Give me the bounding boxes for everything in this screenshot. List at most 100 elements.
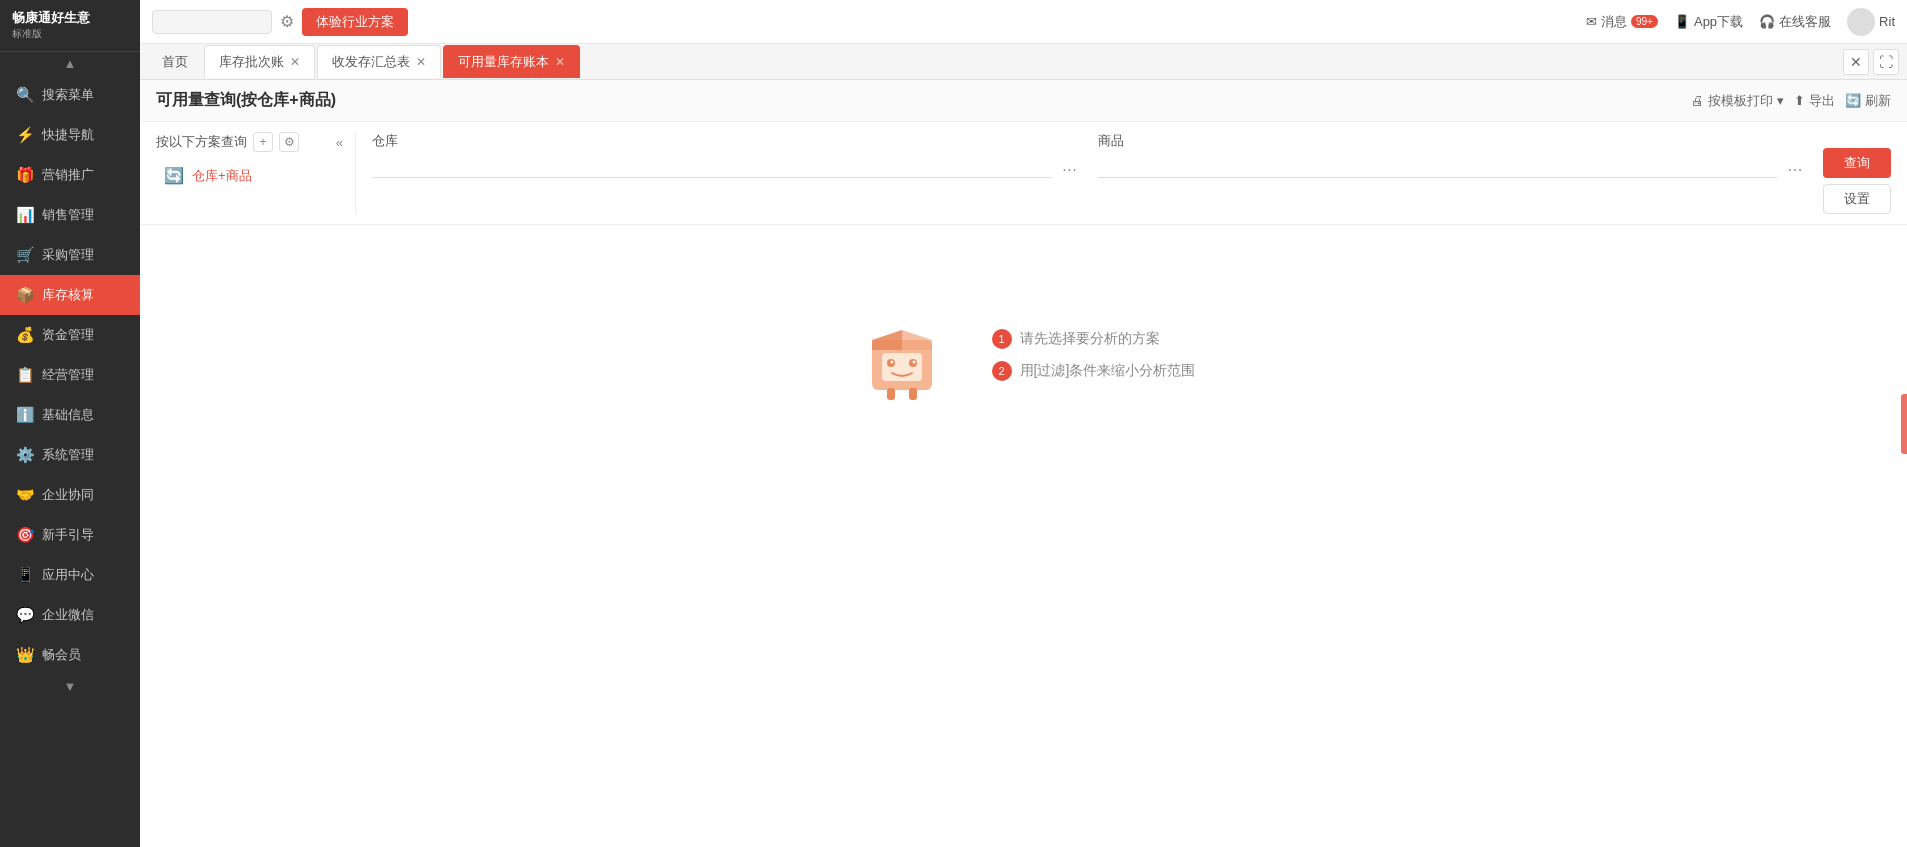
- refresh-button[interactable]: 🔄 刷新: [1845, 92, 1891, 110]
- tabs-bar: 首页 库存批次账 ✕ 收发存汇总表 ✕ 可用量库存账本 ✕ ✕ ⛶: [140, 44, 1907, 80]
- topbar: ⚙ 体验行业方案 ✉ 消息 99+ 📱 App下载 🎧 在线客服 Rit: [140, 0, 1907, 44]
- purchase-icon: 🛒: [16, 246, 34, 264]
- sidebar-item-marketing[interactable]: 🎁 营销推广: [0, 155, 140, 195]
- sidebar-item-wechat[interactable]: 💬 企业微信: [0, 595, 140, 635]
- product-input[interactable]: [1098, 154, 1778, 178]
- warehouse-label: 仓库: [372, 132, 1082, 150]
- marketing-icon: 🎁: [16, 166, 34, 184]
- tab-close-btn[interactable]: ✕: [1843, 49, 1869, 75]
- summary-tab-close[interactable]: ✕: [416, 55, 426, 69]
- operations-icon: 📋: [16, 366, 34, 384]
- batch-tab-close[interactable]: ✕: [290, 55, 300, 69]
- tab-expand-btn[interactable]: ⛶: [1873, 49, 1899, 75]
- tab-home[interactable]: 首页: [148, 46, 202, 78]
- app-logo: 畅康通好生意 标准版: [0, 0, 140, 52]
- sidebar-item-label: 经营管理: [42, 366, 94, 384]
- message-button[interactable]: ✉ 消息 99+: [1586, 13, 1658, 31]
- sidebar-item-purchase[interactable]: 🛒 采购管理: [0, 235, 140, 275]
- filter-scheme-header: 按以下方案查询 + ⚙ «: [156, 132, 343, 152]
- sidebar-item-member[interactable]: 👑 畅会员: [0, 635, 140, 675]
- scheme-item-label: 仓库+商品: [192, 167, 252, 185]
- warehouse-input[interactable]: [372, 154, 1052, 178]
- empty-state-step2: 2 用[过滤]条件来缩小分析范围: [992, 361, 1196, 381]
- sidebar-item-label: 应用中心: [42, 566, 94, 584]
- sidebar-scroll-up[interactable]: ▲: [0, 52, 140, 75]
- sidebar-item-enterprise[interactable]: 🤝 企业协同: [0, 475, 140, 515]
- app-version: 标准版: [12, 27, 128, 41]
- filter-panel: 按以下方案查询 + ⚙ « 🔄 仓库+商品 仓库 …: [140, 122, 1907, 225]
- page-content: 可用量查询(按仓库+商品) 🖨 按模板打印 ▾ ⬆ 导出 🔄 刷新: [140, 80, 1907, 847]
- member-icon: 👑: [16, 646, 34, 664]
- empty-state-step1: 1 请先选择要分析的方案: [992, 329, 1196, 349]
- home-tab-label: 首页: [162, 53, 188, 71]
- sidebar-item-basic[interactable]: ℹ️ 基础信息: [0, 395, 140, 435]
- app-download-button[interactable]: 📱 App下载: [1674, 13, 1743, 31]
- tab-batch[interactable]: 库存批次账 ✕: [204, 45, 315, 78]
- available-tab-close[interactable]: ✕: [555, 55, 565, 69]
- sidebar-item-label: 资金管理: [42, 326, 94, 344]
- sidebar-item-guide[interactable]: 🎯 新手引导: [0, 515, 140, 555]
- export-label: 导出: [1809, 92, 1835, 110]
- app-name: 畅康通好生意: [12, 10, 128, 27]
- sidebar-item-label: 营销推广: [42, 166, 94, 184]
- tab-available[interactable]: 可用量库存账本 ✕: [443, 45, 580, 78]
- shortcut-icon: ⚡: [16, 126, 34, 144]
- topbar-gear-icon[interactable]: ⚙: [280, 12, 294, 31]
- svg-rect-7: [909, 388, 917, 400]
- page-header-actions: 🖨 按模板打印 ▾ ⬆ 导出 🔄 刷新: [1691, 92, 1891, 110]
- sidebar-item-label: 新手引导: [42, 526, 94, 544]
- print-button[interactable]: 🖨 按模板打印 ▾: [1691, 92, 1784, 110]
- page-title: 可用量查询(按仓库+商品): [156, 90, 1683, 111]
- user-name: Rit: [1879, 14, 1895, 29]
- sidebar-item-search[interactable]: 🔍 搜索菜单: [0, 75, 140, 115]
- sidebar-item-system[interactable]: ⚙️ 系统管理: [0, 435, 140, 475]
- collapse-button[interactable]: «: [336, 135, 343, 150]
- wechat-icon: 💬: [16, 606, 34, 624]
- export-button[interactable]: ⬆ 导出: [1794, 92, 1835, 110]
- industry-button[interactable]: 体验行业方案: [302, 8, 408, 36]
- settings-scheme-button[interactable]: ⚙: [279, 132, 299, 152]
- sidebar-item-inventory[interactable]: 📦 库存核算: [0, 275, 140, 315]
- guide-icon: 🎯: [16, 526, 34, 544]
- empty-state-content: 1 请先选择要分析的方案 2 用[过滤]条件来缩小分析范围: [852, 305, 1196, 405]
- warehouse-filter-group: 仓库 …: [372, 132, 1082, 178]
- topbar-search-input[interactable]: [152, 10, 272, 34]
- refresh-label: 刷新: [1865, 92, 1891, 110]
- empty-state: 1 请先选择要分析的方案 2 用[过滤]条件来缩小分析范围: [140, 225, 1907, 485]
- product-more-button[interactable]: …: [1783, 155, 1807, 177]
- sidebar-scroll-down[interactable]: ▼: [0, 675, 140, 698]
- sidebar-item-sales[interactable]: 📊 销售管理: [0, 195, 140, 235]
- print-icon: 🖨: [1691, 93, 1704, 108]
- query-button[interactable]: 查询: [1823, 148, 1891, 178]
- scroll-indicator: [1901, 394, 1907, 454]
- warehouse-more-button[interactable]: …: [1058, 155, 1082, 177]
- sidebar: 畅康通好生意 标准版 ▲ 🔍 搜索菜单 ⚡ 快捷导航 🎁 营销推广 📊 销售管理…: [0, 0, 140, 847]
- user-menu[interactable]: Rit: [1847, 8, 1895, 36]
- appstore-icon: 📱: [16, 566, 34, 584]
- settings-button[interactable]: 设置: [1823, 184, 1891, 214]
- main-area: ⚙ 体验行业方案 ✉ 消息 99+ 📱 App下载 🎧 在线客服 Rit: [140, 0, 1907, 847]
- customer-service-button[interactable]: 🎧 在线客服: [1759, 13, 1831, 31]
- tab-summary[interactable]: 收发存汇总表 ✕: [317, 45, 441, 78]
- sidebar-item-label: 采购管理: [42, 246, 94, 264]
- sidebar-item-shortcut[interactable]: ⚡ 快捷导航: [0, 115, 140, 155]
- message-label: 消息: [1601, 13, 1627, 31]
- sidebar-item-finance[interactable]: 💰 资金管理: [0, 315, 140, 355]
- message-badge: 99+: [1631, 15, 1658, 28]
- export-icon: ⬆: [1794, 93, 1805, 108]
- sidebar-item-label: 快捷导航: [42, 126, 94, 144]
- inventory-icon: 📦: [16, 286, 34, 304]
- print-dropdown-icon[interactable]: ▾: [1777, 93, 1784, 108]
- scheme-item-icon: 🔄: [164, 166, 184, 185]
- enterprise-icon: 🤝: [16, 486, 34, 504]
- add-scheme-button[interactable]: +: [253, 132, 273, 152]
- scheme-item[interactable]: 🔄 仓库+商品: [156, 160, 343, 191]
- svg-point-4: [890, 361, 893, 364]
- sidebar-item-appstore[interactable]: 📱 应用中心: [0, 555, 140, 595]
- empty-state-illustration: [852, 305, 952, 405]
- sidebar-item-label: 搜索菜单: [42, 86, 94, 104]
- sidebar-item-operations[interactable]: 📋 经营管理: [0, 355, 140, 395]
- sidebar-item-label: 系统管理: [42, 446, 94, 464]
- sidebar-item-label: 销售管理: [42, 206, 94, 224]
- warehouse-input-row: …: [372, 154, 1082, 178]
